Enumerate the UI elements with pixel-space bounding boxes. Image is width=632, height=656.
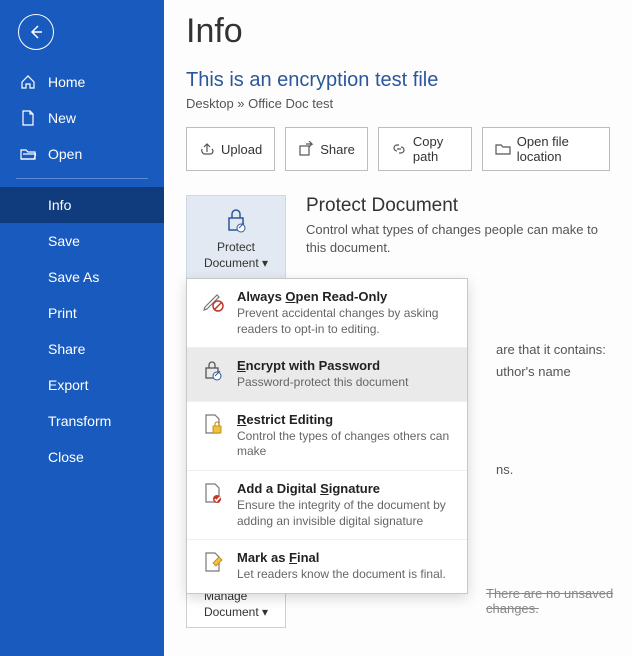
dropdown-title: Always Open Read-Only — [237, 289, 455, 304]
sidebar-item-label: Info — [48, 197, 71, 213]
sidebar-item-export[interactable]: Export — [0, 367, 164, 403]
dropdown-item-read-only[interactable]: Always Open Read-Only Prevent accidental … — [187, 279, 467, 348]
sidebar-item-print[interactable]: Print — [0, 295, 164, 331]
breadcrumb: Desktop » Office Doc test — [186, 96, 610, 111]
sidebar-item-label: Transform — [48, 413, 111, 429]
copy-path-button[interactable]: Copy path — [378, 127, 472, 171]
sidebar: Home New Open Info Save Save As Print Sh… — [0, 0, 164, 656]
dropdown-desc: Control the types of changes others can … — [237, 429, 455, 460]
protect-description: Control what types of changes people can… — [306, 221, 610, 257]
open-location-button[interactable]: Open file location — [482, 127, 610, 171]
dropdown-item-final[interactable]: Mark as Final Let readers know the docume… — [187, 540, 467, 593]
button-label: ManageDocument ▾ — [204, 589, 268, 620]
dropdown-item-encrypt[interactable]: Encrypt with Password Password-protect th… — [187, 348, 467, 402]
button-label: Copy path — [413, 134, 459, 164]
sidebar-item-label: New — [48, 110, 76, 126]
share-icon — [298, 141, 314, 157]
folder-open-icon — [20, 146, 40, 162]
sidebar-item-label: Open — [48, 146, 82, 162]
dropdown-title: Mark as Final — [237, 550, 455, 565]
action-row: Upload Share Copy path Open file locatio… — [186, 127, 610, 171]
doc-lock-icon — [199, 412, 227, 460]
link-icon — [391, 141, 407, 157]
home-icon — [20, 74, 40, 90]
sidebar-item-label: Print — [48, 305, 77, 321]
share-button[interactable]: Share — [285, 127, 368, 171]
dropdown-desc: Let readers know the document is final. — [237, 567, 455, 583]
inspect-peek-2: uthor's name — [496, 364, 571, 379]
sidebar-item-label: Save — [48, 233, 80, 249]
sidebar-item-label: Close — [48, 449, 84, 465]
sidebar-item-transform[interactable]: Transform — [0, 403, 164, 439]
protect-dropdown: Always Open Read-Only Prevent accidental … — [186, 278, 468, 594]
sidebar-item-label: Export — [48, 377, 88, 393]
dropdown-desc: Ensure the integrity of the document by … — [237, 498, 455, 529]
button-label: Upload — [221, 142, 262, 157]
sidebar-item-label: Share — [48, 341, 85, 357]
sidebar-item-share[interactable]: Share — [0, 331, 164, 367]
sidebar-item-label: Home — [48, 74, 85, 90]
document-title: This is an encryption test file — [186, 69, 610, 92]
dropdown-desc: Prevent accidental changes by asking rea… — [237, 306, 455, 337]
dropdown-title: Restrict Editing — [237, 412, 455, 427]
sidebar-item-info[interactable]: Info — [0, 187, 164, 223]
lock-key-icon — [199, 358, 227, 391]
back-button[interactable] — [18, 14, 54, 50]
button-label: Share — [320, 142, 355, 157]
document-icon — [20, 110, 40, 126]
sidebar-item-save[interactable]: Save — [0, 223, 164, 259]
dropdown-desc: Password-protect this document — [237, 375, 455, 391]
button-label: Open file location — [517, 134, 597, 164]
button-label: ProtectDocument ▾ — [204, 240, 268, 271]
doc-signature-icon — [199, 481, 227, 529]
protect-section: ProtectDocument ▾ Protect Document Contr… — [186, 195, 610, 283]
sidebar-item-new[interactable]: New — [0, 100, 164, 136]
inspect-peek-1: are that it contains: — [496, 342, 606, 357]
unsaved-text: There are no unsaved changes. — [486, 586, 632, 616]
page-title: Info — [186, 12, 610, 51]
folder-icon — [495, 141, 511, 157]
sidebar-item-home[interactable]: Home — [0, 64, 164, 100]
doc-final-icon — [199, 550, 227, 583]
sidebar-item-open[interactable]: Open — [0, 136, 164, 172]
sidebar-divider — [16, 178, 148, 179]
protect-heading: Protect Document — [306, 195, 610, 217]
sidebar-item-label: Save As — [48, 269, 99, 285]
pencil-no-icon — [199, 289, 227, 337]
sidebar-item-close[interactable]: Close — [0, 439, 164, 475]
dropdown-item-signature[interactable]: Add a Digital Signature Ensure the integr… — [187, 471, 467, 540]
sidebar-item-save-as[interactable]: Save As — [0, 259, 164, 295]
upload-button[interactable]: Upload — [186, 127, 275, 171]
protect-document-button[interactable]: ProtectDocument ▾ — [186, 195, 286, 283]
dropdown-title: Encrypt with Password — [237, 358, 455, 373]
upload-icon — [199, 141, 215, 157]
dropdown-item-restrict[interactable]: Restrict Editing Control the types of cha… — [187, 402, 467, 471]
lock-icon — [222, 206, 250, 234]
arrow-left-icon — [28, 24, 44, 40]
inspect-peek-3: ns. — [496, 462, 513, 477]
dropdown-title: Add a Digital Signature — [237, 481, 455, 496]
